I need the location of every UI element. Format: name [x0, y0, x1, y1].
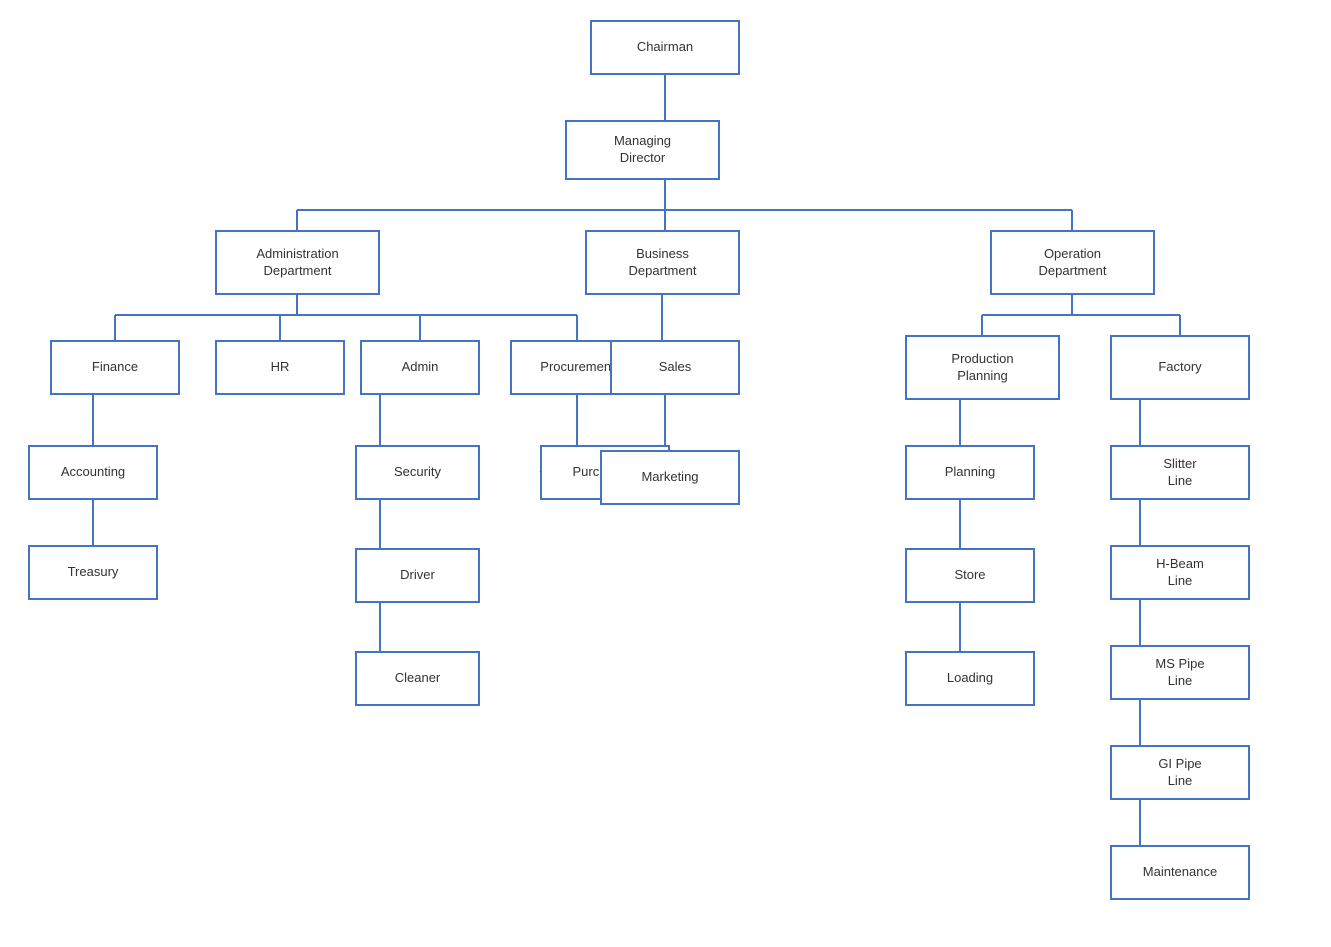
node-driver: Driver	[355, 548, 480, 603]
node-label-planning: Planning	[945, 464, 996, 481]
node-treasury: Treasury	[28, 545, 158, 600]
node-label-hr: HR	[271, 359, 290, 376]
node-loading: Loading	[905, 651, 1035, 706]
node-label-business_dept: Business Department	[629, 246, 697, 280]
node-label-gi_pipe_line: GI Pipe Line	[1158, 756, 1201, 790]
org-chart: Chairman Managing Director Administration …	[0, 0, 1331, 947]
node-label-store: Store	[954, 567, 985, 584]
node-label-finance: Finance	[92, 359, 138, 376]
node-label-managing_director: Managing Director	[614, 133, 671, 167]
node-label-security: Security	[394, 464, 441, 481]
node-maintenance: Maintenance	[1110, 845, 1250, 900]
node-security: Security	[355, 445, 480, 500]
node-h_beam_line: H-Beam Line	[1110, 545, 1250, 600]
node-label-procurement: Procurement	[540, 359, 614, 376]
node-label-operation_dept: Operation Department	[1039, 246, 1107, 280]
node-label-h_beam_line: H-Beam Line	[1156, 556, 1204, 590]
node-label-ms_pipe_line: MS Pipe Line	[1155, 656, 1204, 690]
node-admin: Admin	[360, 340, 480, 395]
node-label-treasury: Treasury	[68, 564, 119, 581]
node-label-factory: Factory	[1158, 359, 1201, 376]
node-store: Store	[905, 548, 1035, 603]
node-label-cleaner: Cleaner	[395, 670, 441, 687]
node-finance: Finance	[50, 340, 180, 395]
node-managing_director: Managing Director	[565, 120, 720, 180]
node-label-loading: Loading	[947, 670, 993, 687]
node-label-sales: Sales	[659, 359, 692, 376]
node-operation_dept: Operation Department	[990, 230, 1155, 295]
node-label-slitter_line: Slitter Line	[1163, 456, 1196, 490]
node-hr: HR	[215, 340, 345, 395]
node-marketing: Marketing	[600, 450, 740, 505]
node-label-admin_dept: Administration Department	[256, 246, 338, 280]
node-gi_pipe_line: GI Pipe Line	[1110, 745, 1250, 800]
node-label-production_planning: Production Planning	[951, 351, 1013, 385]
node-sales: Sales	[610, 340, 740, 395]
node-business_dept: Business Department	[585, 230, 740, 295]
node-chairman: Chairman	[590, 20, 740, 75]
node-factory: Factory	[1110, 335, 1250, 400]
node-cleaner: Cleaner	[355, 651, 480, 706]
node-label-driver: Driver	[400, 567, 435, 584]
node-accounting: Accounting	[28, 445, 158, 500]
node-production_planning: Production Planning	[905, 335, 1060, 400]
node-label-chairman: Chairman	[637, 39, 693, 56]
node-label-marketing: Marketing	[641, 469, 698, 486]
node-slitter_line: Slitter Line	[1110, 445, 1250, 500]
node-label-admin: Admin	[402, 359, 439, 376]
node-ms_pipe_line: MS Pipe Line	[1110, 645, 1250, 700]
node-label-accounting: Accounting	[61, 464, 125, 481]
node-label-maintenance: Maintenance	[1143, 864, 1217, 881]
node-planning: Planning	[905, 445, 1035, 500]
node-admin_dept: Administration Department	[215, 230, 380, 295]
